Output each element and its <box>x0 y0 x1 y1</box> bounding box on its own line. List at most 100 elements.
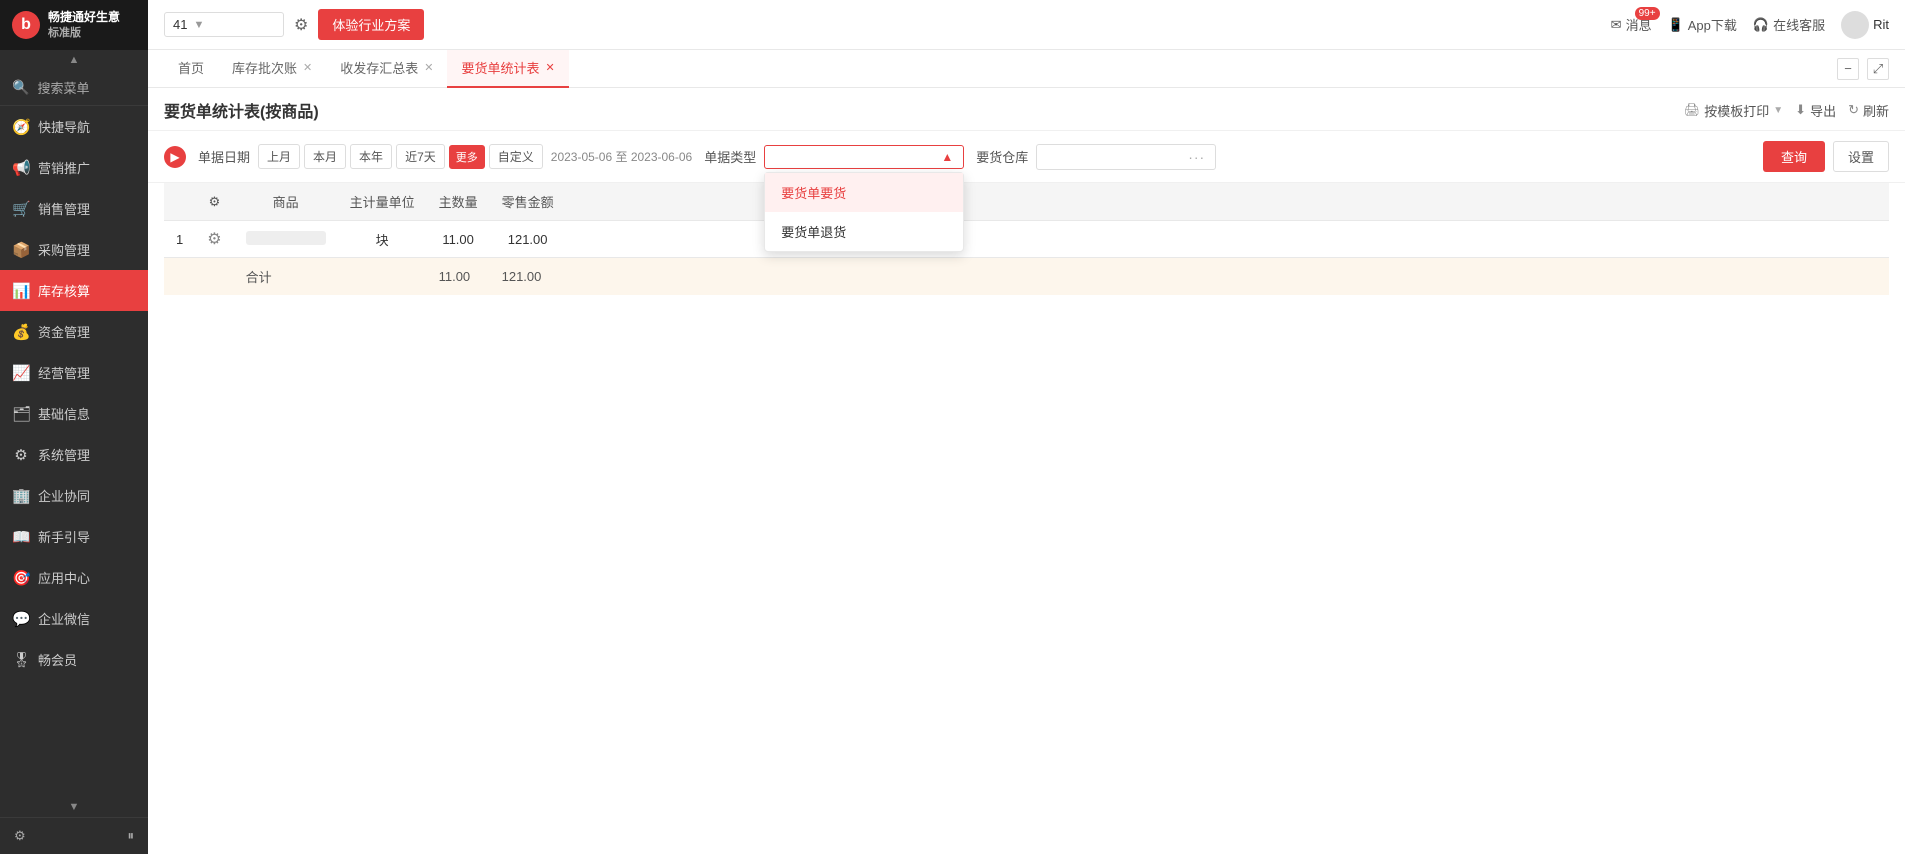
tab-receive-summary[interactable]: 收发存汇总表 ✕ <box>326 50 447 88</box>
table-header-row: ⚙ 商品 主计量单位 主数量 零售金额 <box>164 183 1889 221</box>
nav-icon-quick-nav: 🧭 <box>12 118 30 136</box>
sidebar-item-operations[interactable]: 📈 经营管理 <box>0 352 148 393</box>
sidebar-bottom: ⚙ ⏸ <box>0 817 148 854</box>
col-index <box>164 183 195 221</box>
nav-icon-members: 🎖 <box>12 651 30 669</box>
row-index: 1 <box>164 221 195 258</box>
content: 要货单统计表(按商品) 🖨 按模板打印 ▼ ⬇ 导出 ↻ 刷新 <box>148 88 1905 854</box>
query-button[interactable]: 查询 <box>1763 141 1825 172</box>
dropdown-item-return[interactable]: 要货单退货 <box>765 212 963 251</box>
date-cur-year[interactable]: 本年 <box>350 144 392 169</box>
online-service-action[interactable]: 🎧 在线客服 <box>1753 15 1825 34</box>
nav-icon-finance: 💰 <box>12 323 30 341</box>
row-amount: 121.00 <box>490 221 566 258</box>
tab-close-receive-summary[interactable]: ✕ <box>424 61 433 74</box>
sidebar-scroll-up[interactable]: ▲ <box>0 50 148 70</box>
type-select[interactable]: ▲ 要货单要货 要货单退货 <box>764 145 964 169</box>
sidebar-item-members[interactable]: 🎖 畅会员 <box>0 639 148 680</box>
type-dropdown: 要货单要货 要货单退货 <box>764 172 964 252</box>
company-chevron-icon: ▼ <box>193 19 204 31</box>
logo-icon: b <box>12 11 40 39</box>
footer-extra <box>566 258 1889 296</box>
col-settings-icon[interactable]: ⚙ <box>209 194 221 209</box>
search-icon: 🔍 <box>12 79 29 96</box>
nav-icon-basic: 🗂 <box>12 405 30 423</box>
row-settings-icon[interactable]: ⚙ <box>207 229 221 249</box>
nav-icon-inventory: 📊 <box>12 282 30 300</box>
filter-settings-button[interactable]: 设置 <box>1833 141 1889 172</box>
date-more[interactable]: 更多 <box>449 145 485 169</box>
sidebar-logo-text: 畅捷通好生意 标准版 <box>48 10 120 40</box>
tab-home[interactable]: 首页 <box>164 50 218 88</box>
sidebar-item-wecom[interactable]: 💬 企业微信 <box>0 598 148 639</box>
company-select[interactable]: 41 ▼ <box>164 12 284 37</box>
sidebar-item-appcenter[interactable]: 🎯 应用中心 <box>0 557 148 598</box>
row-product <box>234 221 338 258</box>
sidebar-search[interactable]: 🔍 搜索菜单 <box>0 70 148 106</box>
sidebar-scroll-down[interactable]: ▼ <box>0 797 148 817</box>
refresh-button[interactable]: ↻ 刷新 <box>1848 101 1889 120</box>
date-custom[interactable]: 自定义 <box>489 144 543 169</box>
sidebar-item-enterprise[interactable]: 🏢 企业协同 <box>0 475 148 516</box>
print-chevron-icon: ▼ <box>1773 105 1783 116</box>
user-profile[interactable]: Rit <box>1841 11 1889 39</box>
sidebar-item-basic[interactable]: 🗂 基础信息 <box>0 393 148 434</box>
date-last7[interactable]: 近7天 <box>396 144 445 169</box>
type-chevron-icon: ▲ <box>941 150 953 164</box>
sidebar-item-purchase[interactable]: 📦 采购管理 <box>0 229 148 270</box>
nav-icon-operations: 📈 <box>12 364 30 382</box>
sidebar-settings-icon[interactable]: ⚙ <box>14 828 26 844</box>
row-settings-cell: ⚙ <box>195 221 233 258</box>
type-label: 单据类型 <box>704 147 756 166</box>
tab-close-batch-account[interactable]: ✕ <box>303 61 312 74</box>
footer-empty-1 <box>164 258 195 296</box>
col-unit: 主计量单位 <box>338 183 427 221</box>
filter-action-buttons: 查询 设置 <box>1763 141 1889 172</box>
tab-batch-account[interactable]: 库存批次账 ✕ <box>218 50 326 88</box>
date-prev-month[interactable]: 上月 <box>258 144 300 169</box>
messages-icon: ✉ <box>1611 17 1622 33</box>
header-right: ✉ 消息 99+ 📱 App下载 🎧 在线客服 Rit <box>1611 11 1889 39</box>
date-cur-month[interactable]: 本月 <box>304 144 346 169</box>
expand-filter-button[interactable]: ▶ <box>164 146 186 168</box>
sidebar-item-quick-nav[interactable]: 🧭 快捷导航 <box>0 106 148 147</box>
sidebar-collapse-icon[interactable]: ⏸ <box>128 828 135 844</box>
sidebar-nav: 🧭 快捷导航 📢 营销推广 🛒 销售管理 📦 采购管理 📊 库存核算 💰 资金管… <box>0 106 148 797</box>
row-qty: 11.00 <box>427 221 490 258</box>
nav-icon-system: ⚙ <box>12 446 30 464</box>
dropdown-item-order[interactable]: 要货单要货 <box>765 173 963 212</box>
app-download-action[interactable]: 📱 App下载 <box>1668 15 1737 34</box>
tab-order-summary[interactable]: 要货单统计表 ✕ <box>447 50 568 88</box>
footer-total-qty: 11.00 <box>427 258 490 296</box>
trial-button[interactable]: 体验行业方案 <box>318 9 424 40</box>
export-icon: ⬇ <box>1795 102 1806 118</box>
sidebar-item-sales[interactable]: 🛒 销售管理 <box>0 188 148 229</box>
sidebar-item-finance[interactable]: 💰 资金管理 <box>0 311 148 352</box>
print-icon: 🖨 <box>1684 102 1701 118</box>
messages-action[interactable]: ✉ 消息 99+ <box>1611 15 1652 34</box>
footer-empty-3 <box>338 258 427 296</box>
date-range: 2023-05-06 至 2023-06-06 <box>551 148 692 165</box>
username: Rit <box>1873 17 1889 32</box>
app-download-icon: 📱 <box>1668 17 1684 33</box>
tab-minimize-button[interactable]: − <box>1837 58 1859 80</box>
page-actions: 🖨 按模板打印 ▼ ⬇ 导出 ↻ 刷新 <box>1684 101 1889 120</box>
warehouse-dots-icon: ··· <box>1188 149 1205 165</box>
tab-close-order-summary[interactable]: ✕ <box>546 61 555 74</box>
nav-icon-newbie: 📖 <box>12 528 30 546</box>
print-button[interactable]: 🖨 按模板打印 ▼ <box>1684 101 1783 120</box>
sidebar-item-newbie[interactable]: 📖 新手引导 <box>0 516 148 557</box>
tab-maximize-button[interactable]: ⤢ <box>1867 58 1889 80</box>
main: 41 ▼ ⚙ 体验行业方案 ✉ 消息 99+ 📱 App下载 🎧 在线客服 R <box>148 0 1905 854</box>
sidebar-item-marketing[interactable]: 📢 营销推广 <box>0 147 148 188</box>
sidebar-item-system[interactable]: ⚙ 系统管理 <box>0 434 148 475</box>
header-settings-icon[interactable]: ⚙ <box>294 15 308 35</box>
col-product: 商品 <box>234 183 338 221</box>
filter-bar: ▶ 单据日期 上月 本月 本年 近7天 更多 自定义 2023-05-06 至 … <box>148 131 1905 183</box>
avatar <box>1841 11 1869 39</box>
export-button[interactable]: ⬇ 导出 <box>1795 101 1836 120</box>
footer-empty-2 <box>195 258 233 296</box>
table-wrap: ⚙ 商品 主计量单位 主数量 零售金额 1 <box>148 183 1905 854</box>
warehouse-input[interactable]: ··· <box>1036 144 1216 170</box>
sidebar-item-inventory[interactable]: 📊 库存核算 <box>0 270 148 311</box>
